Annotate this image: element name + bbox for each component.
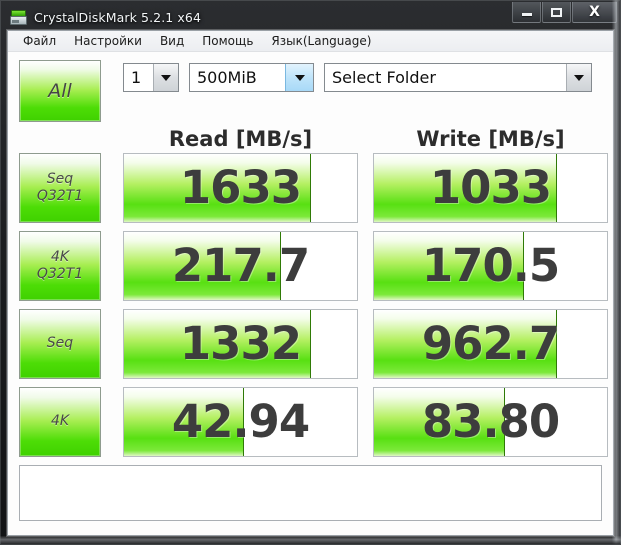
test-size-dropdown[interactable]: 500MiB	[189, 63, 314, 92]
toolbar: All 1 500MiB Select Folder	[8, 52, 613, 122]
result-value-read: 1332	[179, 316, 302, 370]
test-label-line1: Seq	[46, 170, 74, 187]
window-edge-bottom	[0, 536, 621, 545]
test-button-seq-q32t1[interactable]: Seq Q32T1	[19, 153, 101, 223]
minimize-icon	[521, 13, 532, 16]
window-title: CrystalDiskMark 5.2.1 x64	[34, 9, 202, 25]
chevron-down-icon	[574, 74, 584, 81]
test-size-arrow[interactable]	[285, 64, 313, 91]
app-disk-icon	[10, 9, 27, 25]
result-cell-write: 170.5	[373, 231, 608, 301]
menu-bar: Файл Настройки Вид Помощь Язык(Language)	[8, 31, 613, 52]
application-window: CrystalDiskMark 5.2.1 x64 X Файл Настрой…	[0, 0, 621, 545]
test-label-line1: 4K	[50, 248, 70, 265]
result-cell-write: 83.80	[373, 387, 608, 457]
test-selectors: 1 500MiB Select Folder	[123, 63, 592, 92]
test-button-4k[interactable]: 4K	[19, 387, 101, 457]
result-value-write: 962.7	[421, 316, 560, 370]
target-folder-dropdown[interactable]: Select Folder	[324, 63, 592, 92]
window-controls: X	[512, 2, 617, 23]
run-count-dropdown[interactable]: 1	[123, 63, 179, 92]
test-label-line2: Q32T1	[36, 188, 84, 204]
test-label-line2: Q32T1	[36, 266, 84, 282]
chevron-down-icon	[161, 74, 171, 81]
menu-item-language[interactable]: Язык(Language)	[262, 33, 380, 50]
table-row: Seq 1332 962.7	[19, 309, 608, 379]
table-row: 4K Q32T1 217.7 170.5	[19, 231, 608, 301]
run-all-label: All	[48, 80, 72, 102]
menu-item-settings[interactable]: Настройки	[65, 33, 151, 50]
result-value-write: 1033	[429, 160, 552, 214]
minimize-button[interactable]	[512, 2, 541, 23]
client-area: Файл Настройки Вид Помощь Язык(Language)…	[7, 30, 614, 536]
header-spacer	[19, 127, 101, 151]
header-read: Read [MB/s]	[168, 127, 313, 151]
maximize-button[interactable]	[542, 2, 571, 23]
maximize-icon	[551, 7, 562, 17]
run-all-button[interactable]: All	[19, 60, 101, 122]
close-icon: X	[589, 4, 600, 20]
result-cell-read: 1633	[123, 153, 358, 223]
result-value-read: 42.94	[171, 394, 310, 448]
test-button-seq[interactable]: Seq	[19, 309, 101, 379]
close-button[interactable]: X	[572, 2, 617, 23]
test-label-line1: Seq	[46, 335, 74, 352]
table-row: Seq Q32T1 1633 1033	[19, 153, 608, 223]
test-label-line1: 4K	[50, 413, 70, 430]
result-cell-read: 42.94	[123, 387, 358, 457]
column-headers: Read [MB/s] Write [MB/s]	[8, 122, 613, 153]
test-button-4k-q32t1[interactable]: 4K Q32T1	[19, 231, 101, 301]
menu-item-view[interactable]: Вид	[151, 33, 193, 50]
run-count-arrow[interactable]	[153, 64, 178, 91]
results-table: Seq Q32T1 1633 1033 4K Q32T1 217.7 170.5…	[8, 153, 613, 457]
run-count-value: 1	[131, 68, 142, 87]
status-box	[19, 465, 602, 521]
menu-item-file[interactable]: Файл	[14, 33, 65, 50]
result-cell-write: 962.7	[373, 309, 608, 379]
result-value-write: 83.80	[421, 394, 560, 448]
test-size-value: 500MiB	[197, 68, 257, 87]
menu-item-help[interactable]: Помощь	[193, 33, 262, 50]
result-value-write: 170.5	[421, 238, 560, 292]
result-cell-read: 217.7	[123, 231, 358, 301]
result-value-read: 1633	[179, 160, 302, 214]
result-value-read: 217.7	[171, 238, 310, 292]
chevron-down-icon	[294, 74, 305, 81]
title-bar[interactable]: CrystalDiskMark 5.2.1 x64 X	[7, 2, 617, 30]
target-folder-value: Select Folder	[332, 68, 436, 87]
table-row: 4K 42.94 83.80	[19, 387, 608, 457]
header-write: Write [MB/s]	[416, 127, 565, 151]
target-folder-arrow[interactable]	[566, 64, 591, 91]
result-cell-write: 1033	[373, 153, 608, 223]
result-cell-read: 1332	[123, 309, 358, 379]
